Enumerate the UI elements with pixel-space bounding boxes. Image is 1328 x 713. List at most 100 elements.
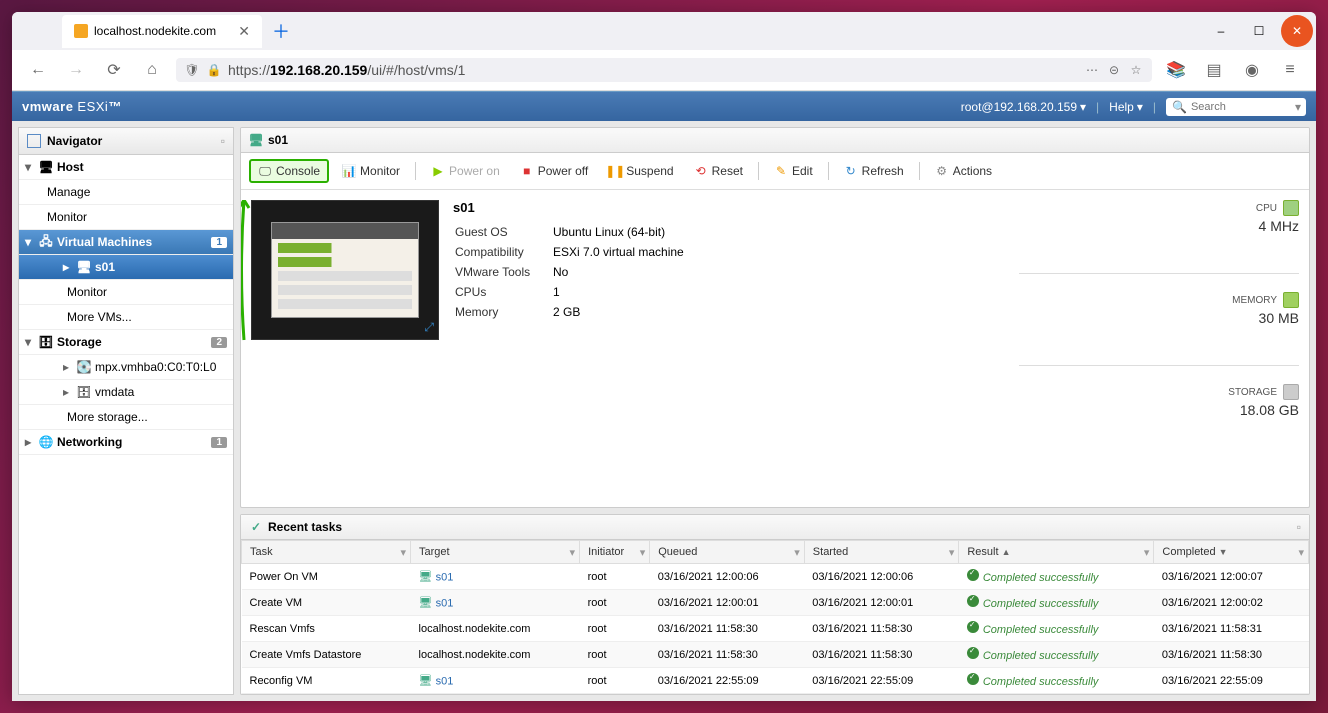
disk-icon: 💽 — [77, 360, 91, 374]
success-icon — [967, 647, 979, 659]
network-icon: 🌐 — [39, 435, 53, 449]
success-icon — [967, 621, 979, 633]
navigator-panel: Navigator ▫ ▾🖥Host Manage Monitor ▾🖧Virt… — [18, 127, 234, 695]
library-icon[interactable]: 📚 — [1162, 56, 1190, 84]
table-row[interactable]: Create Vmfs Datastorelocalhost.nodekite.… — [242, 642, 1309, 668]
col-started[interactable]: Started▾ — [804, 541, 959, 564]
esxi-header: vmwareESXi™ root@192.168.20.159 ▾ | Help… — [12, 91, 1316, 121]
sidebar-icon[interactable]: ▤ — [1200, 56, 1228, 84]
minimize-button[interactable]: ‒ — [1205, 15, 1237, 47]
tab-favicon — [74, 24, 88, 38]
shield-icon: 🛡 — [184, 62, 200, 78]
cpu-chart — [1019, 234, 1299, 274]
ellipsis-icon[interactable]: ⋯ — [1084, 62, 1100, 78]
table-row[interactable]: Rescan Vmfslocalhost.nodekite.comroot03/… — [242, 616, 1309, 642]
datastore-icon: 🗄 — [77, 385, 91, 399]
back-button[interactable]: ← — [24, 56, 52, 84]
reset-icon: ⟲ — [694, 164, 708, 178]
tree-ds-mpx[interactable]: ▸💽mpx.vmhba0:C0:T0:L0 — [19, 355, 233, 380]
tree-host[interactable]: ▾🖥Host — [19, 155, 233, 180]
target-link[interactable]: s01 — [436, 571, 454, 583]
open-console-icon: ⤢ — [424, 320, 434, 335]
storage-count-badge: 2 — [211, 337, 227, 348]
tree-manage[interactable]: Manage — [19, 180, 233, 205]
gear-icon: ⚙ — [935, 164, 949, 178]
vmware-logo: vmwareESXi™ — [22, 99, 122, 114]
tree-monitor[interactable]: Monitor — [19, 205, 233, 230]
tasks-collapse-icon[interactable]: ▫ — [1297, 520, 1301, 534]
browser-tab[interactable]: localhost.nodekite.com ✕ — [62, 15, 262, 48]
chevron-down-icon[interactable]: ▾ — [1295, 100, 1301, 114]
target-link[interactable]: s01 — [436, 675, 454, 687]
maximize-button[interactable]: ☐ — [1243, 15, 1275, 47]
home-button[interactable]: ⌂ — [138, 56, 166, 84]
vm-details: s01 Guest OSUbuntu Linux (64-bit) Compat… — [453, 200, 698, 436]
col-result[interactable]: Result ▲▾ — [959, 541, 1154, 564]
col-target[interactable]: Target▾ — [411, 541, 580, 564]
console-button[interactable]: 🖵Console — [249, 159, 329, 183]
reader-icon[interactable]: ⊝ — [1106, 62, 1122, 78]
play-icon: ▶ — [431, 164, 445, 178]
tree-more-vms[interactable]: More VMs... — [19, 305, 233, 330]
mem-chart — [1019, 326, 1299, 366]
recent-tasks-panel: ✓ Recent tasks ▫ Task▾ Target▾ Initiator… — [240, 514, 1310, 695]
col-queued[interactable]: Queued▾ — [650, 541, 805, 564]
tree-storage[interactable]: ▾🗄Storage2 — [19, 330, 233, 355]
vm-icon: 🖥 — [419, 674, 433, 688]
vm-icon: 🖥 — [77, 260, 91, 274]
col-task[interactable]: Task▾ — [242, 541, 411, 564]
monitor-icon: 📊 — [342, 164, 356, 178]
menu-icon[interactable]: ≡ — [1276, 56, 1304, 84]
tree-ds-vmdata[interactable]: ▸🗄vmdata — [19, 380, 233, 405]
edit-button[interactable]: ✎Edit — [767, 161, 820, 181]
table-row[interactable]: Reconfig VM🖥 s01root03/16/2021 22:55:090… — [242, 668, 1309, 694]
tree-vm-s01[interactable]: ▸🖥s01 — [19, 255, 233, 280]
collapse-icon[interactable]: ▫ — [221, 134, 225, 148]
stop-icon: ■ — [520, 164, 534, 178]
vm-icon: 🖥 — [419, 570, 433, 584]
power-off-button[interactable]: ■Power off — [513, 161, 595, 181]
target-link[interactable]: s01 — [436, 597, 454, 609]
new-tab-button[interactable]: ＋ — [272, 18, 290, 44]
actions-button[interactable]: ⚙Actions — [928, 161, 999, 181]
cpu-chip-icon — [1283, 200, 1299, 216]
help-menu[interactable]: Help ▾ — [1109, 100, 1143, 114]
window-close-button[interactable]: ✕ — [1281, 15, 1313, 47]
success-icon — [967, 569, 979, 581]
address-bar: ← → ⟳ ⌂ 🛡 🔒 https://192.168.20.159/ui/#/… — [12, 50, 1316, 91]
tree-vm-monitor[interactable]: Monitor — [19, 280, 233, 305]
lock-warning-icon: 🔒 — [206, 62, 222, 78]
tree-vms[interactable]: ▾🖧Virtual Machines1 — [19, 230, 233, 255]
col-completed[interactable]: Completed ▼▾ — [1154, 541, 1309, 564]
reset-button[interactable]: ⟲Reset — [687, 161, 750, 181]
vm-card-header: 🖥 s01 — [241, 128, 1309, 153]
tree-networking[interactable]: ▸🌐Networking1 — [19, 430, 233, 455]
bookmark-icon[interactable]: ☆ — [1128, 62, 1144, 78]
refresh-button[interactable]: ↻Refresh — [837, 161, 911, 181]
disk-chip-icon — [1283, 384, 1299, 400]
power-on-button[interactable]: ▶Power on — [424, 161, 507, 181]
user-menu[interactable]: root@192.168.20.159 ▾ — [961, 100, 1086, 114]
table-row[interactable]: Create VM🖥 s01root03/16/2021 12:00:0103/… — [242, 590, 1309, 616]
search-icon: 🔍 — [1172, 100, 1187, 114]
url-bar[interactable]: 🛡 🔒 https://192.168.20.159/ui/#/host/vms… — [176, 58, 1152, 82]
search-input[interactable] — [1191, 101, 1291, 113]
networking-count-badge: 1 — [211, 437, 227, 448]
host-icon: 🖥 — [39, 160, 53, 174]
monitor-button[interactable]: 📊Monitor — [335, 161, 407, 181]
account-icon[interactable]: ◉ — [1238, 56, 1266, 84]
window-controls: ‒ ☐ ✕ — [1202, 12, 1316, 50]
memory-chip-icon — [1283, 292, 1299, 308]
tasks-icon: ✓ — [249, 520, 263, 534]
table-row[interactable]: Power On VM🖥 s01root03/16/2021 12:00:060… — [242, 564, 1309, 590]
tree-more-storage[interactable]: More storage... — [19, 405, 233, 430]
col-initiator[interactable]: Initiator▾ — [580, 541, 650, 564]
reload-button[interactable]: ⟳ — [100, 56, 128, 84]
close-icon[interactable]: ✕ — [238, 23, 250, 40]
navigator-title: Navigator ▫ — [19, 128, 233, 155]
console-thumbnail[interactable]: ⤢ — [251, 200, 439, 340]
tasks-header: ✓ Recent tasks ▫ — [241, 515, 1309, 540]
suspend-button[interactable]: ❚❚Suspend — [601, 161, 680, 181]
search-box[interactable]: 🔍 ▾ — [1166, 98, 1306, 116]
forward-button[interactable]: → — [62, 56, 90, 84]
